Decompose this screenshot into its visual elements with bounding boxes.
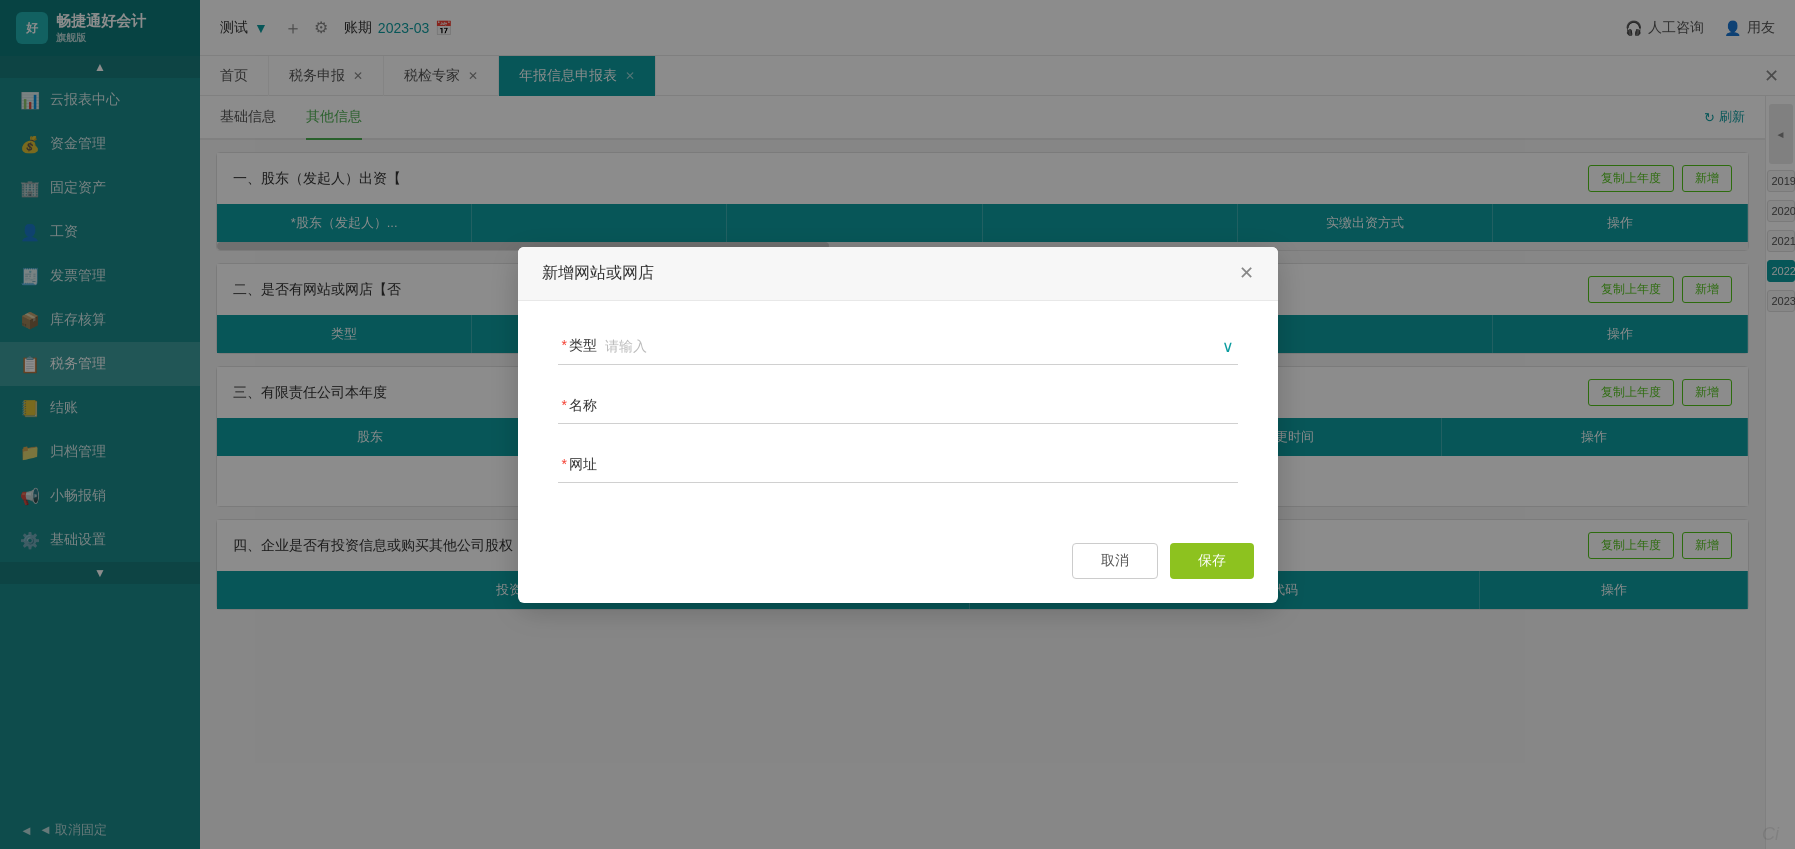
modal-body: * 类型 ∨ * 名称 — [518, 301, 1278, 527]
name-input-row: * 名称 — [558, 389, 1238, 424]
url-label-text: 网址 — [569, 456, 597, 474]
modal-add-website: 新增网站或网店 ✕ * 类型 ∨ * — [518, 247, 1278, 603]
type-label: * 类型 — [562, 337, 597, 355]
url-label: * 网址 — [562, 456, 597, 474]
url-input-row: * 网址 — [558, 448, 1238, 483]
modal-footer: 取消 保存 — [518, 527, 1278, 603]
type-input[interactable] — [605, 338, 1214, 354]
name-input[interactable] — [605, 398, 1234, 414]
name-label: * 名称 — [562, 397, 597, 415]
save-button[interactable]: 保存 — [1170, 543, 1254, 579]
modal-close-btn[interactable]: ✕ — [1239, 264, 1254, 282]
modal-header: 新增网站或网店 ✕ — [518, 247, 1278, 301]
form-field-type: * 类型 ∨ — [558, 329, 1238, 365]
modal-overlay[interactable]: 新增网站或网店 ✕ * 类型 ∨ * — [0, 0, 1795, 849]
url-required-star: * — [562, 456, 567, 474]
type-input-row: * 类型 ∨ — [558, 329, 1238, 365]
form-field-name: * 名称 — [558, 389, 1238, 424]
name-label-text: 名称 — [569, 397, 597, 415]
type-label-text: 类型 — [569, 337, 597, 355]
name-required-star: * — [562, 397, 567, 415]
modal-title: 新增网站或网店 — [542, 263, 654, 284]
url-input[interactable] — [605, 457, 1234, 473]
type-required-star: * — [562, 337, 567, 355]
type-dropdown-icon[interactable]: ∨ — [1222, 337, 1234, 356]
form-field-url: * 网址 — [558, 448, 1238, 483]
cancel-button[interactable]: 取消 — [1072, 543, 1158, 579]
